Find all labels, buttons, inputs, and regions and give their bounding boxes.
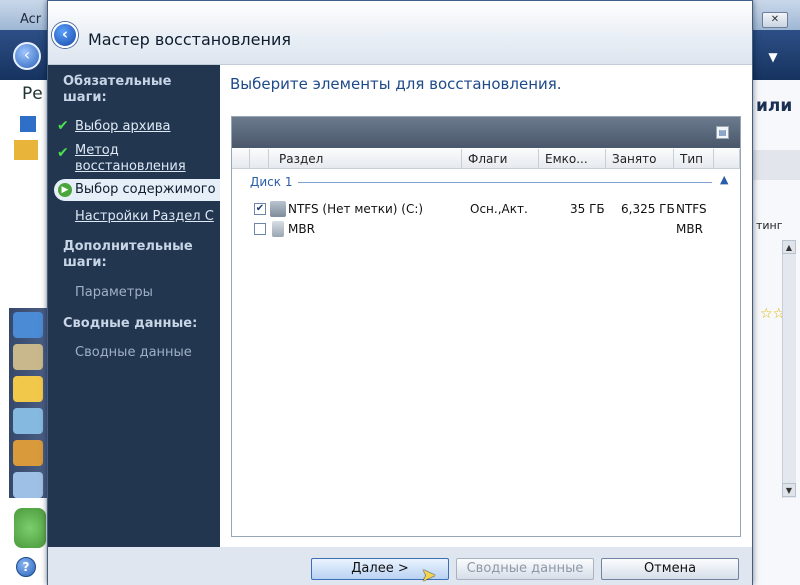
summary-button[interactable]: Сводные данные xyxy=(456,558,594,580)
partition-type: NTFS xyxy=(676,202,707,216)
step-parameters[interactable]: Параметры xyxy=(75,285,153,300)
background-schedule-icon[interactable] xyxy=(13,376,43,402)
partition-list-panel: ▤ Раздел Флаги Емко... Занято Тип Диск 1… xyxy=(231,116,741,537)
background-menu-arrow-icon[interactable]: ▼ xyxy=(760,44,786,70)
recovery-wizard-dialog: ‹ Мастер восстановления Обязательные шаг… xyxy=(47,0,753,585)
optional-steps-heading-line1: Дополнительные xyxy=(63,239,193,254)
wizard-titlebar: ‹ Мастер восстановления xyxy=(48,1,752,65)
background-right-label: или xyxy=(756,96,793,116)
table-row[interactable]: MBR MBR xyxy=(232,219,740,239)
check-icon: ✔ xyxy=(57,118,69,134)
wizard-content: Выберите элементы для восстановления. ▤ … xyxy=(220,65,752,547)
background-restore-icon[interactable] xyxy=(13,344,43,370)
check-icon: ✔ xyxy=(57,145,69,161)
step-select-content[interactable]: Выбор содержимого xyxy=(75,182,216,197)
column-header-partition[interactable]: Раздел xyxy=(269,149,462,169)
required-steps-heading-line1: Обязательные xyxy=(63,74,172,89)
partition-capacity: 35 ГБ xyxy=(570,202,605,216)
step-select-archive[interactable]: Выбор архива xyxy=(75,119,171,135)
background-right-small-label: тинг xyxy=(756,219,783,232)
mbr-name: MBR xyxy=(288,222,315,236)
background-up-icon[interactable] xyxy=(20,116,36,132)
column-header-type[interactable]: Тип xyxy=(674,149,714,169)
background-search-icon[interactable] xyxy=(13,472,43,498)
mbr-checkbox[interactable] xyxy=(254,223,266,235)
background-close-icon[interactable]: ✕ xyxy=(762,12,788,28)
column-header-capacity[interactable]: Емко... xyxy=(539,149,606,169)
help-icon[interactable]: ? xyxy=(16,557,36,577)
step-recovery-method-line2[interactable]: восстановления xyxy=(75,159,186,175)
wizard-title: Мастер восстановления xyxy=(88,30,291,49)
partition-checkbox[interactable]: ✔ xyxy=(254,203,266,215)
arrow-right-icon: ▶ xyxy=(58,183,72,197)
disk-group-header[interactable]: Диск 1 ▲ xyxy=(232,173,740,191)
mouse-cursor-icon: ➤ xyxy=(421,565,437,585)
column-header-extra xyxy=(714,149,740,169)
back-arrow-icon[interactable]: ‹ xyxy=(52,22,78,48)
column-header-flags[interactable]: Флаги xyxy=(462,149,539,169)
disk-group-label: Диск 1 xyxy=(250,175,293,189)
optional-steps-heading-line2: шаги: xyxy=(63,255,107,270)
step-summary[interactable]: Сводные данные xyxy=(75,345,192,360)
background-toolbox-icon[interactable] xyxy=(13,440,43,466)
partition-name: NTFS (Нет метки) (C:) xyxy=(288,202,424,216)
column-header-used[interactable]: Занято xyxy=(606,149,674,169)
mbr-icon xyxy=(272,221,284,237)
partition-flags: Осн.,Акт. xyxy=(470,202,528,216)
table-row[interactable]: ✔ NTFS (Нет метки) (C:) Осн.,Акт. 35 ГБ … xyxy=(232,199,740,219)
wizard-steps-panel: Обязательные шаги: ✔ Выбор архива ✔ Мето… xyxy=(48,65,220,547)
background-left-label: Ре xyxy=(22,84,43,104)
collapse-icon[interactable]: ▲ xyxy=(720,173,728,186)
partition-icon xyxy=(270,201,286,217)
mbr-type: MBR xyxy=(676,222,703,236)
content-heading: Выберите элементы для восстановления. xyxy=(230,75,562,93)
scroll-up-icon[interactable]: ▲ xyxy=(782,240,796,254)
background-info-icon[interactable] xyxy=(13,312,43,338)
step-partition-settings[interactable]: Настройки Раздел C xyxy=(75,209,214,225)
column-header-check xyxy=(232,149,250,169)
background-title: Acr xyxy=(20,12,42,27)
background-scrollbar[interactable]: ▲ ▼ xyxy=(782,240,796,498)
background-back-icon[interactable]: ‹ xyxy=(13,42,41,70)
cancel-button[interactable]: Отмена xyxy=(601,558,739,580)
panel-toolbar: ▤ xyxy=(232,117,740,148)
column-header-icon xyxy=(250,149,269,169)
background-folder-icon[interactable] xyxy=(14,140,38,160)
background-monitor-icon[interactable] xyxy=(13,408,43,434)
background-download-icon xyxy=(14,508,46,548)
partition-used: 6,325 ГБ xyxy=(621,202,675,216)
required-steps-heading-line2: шаги: xyxy=(63,90,107,105)
background-strip xyxy=(752,150,800,180)
scroll-down-icon[interactable]: ▼ xyxy=(782,483,796,497)
step-recovery-method-line1[interactable]: Метод xyxy=(75,143,119,159)
columns-settings-icon[interactable]: ▤ xyxy=(716,126,729,139)
summary-heading: Сводные данные: xyxy=(63,316,198,331)
disk-group-divider xyxy=(298,182,712,183)
